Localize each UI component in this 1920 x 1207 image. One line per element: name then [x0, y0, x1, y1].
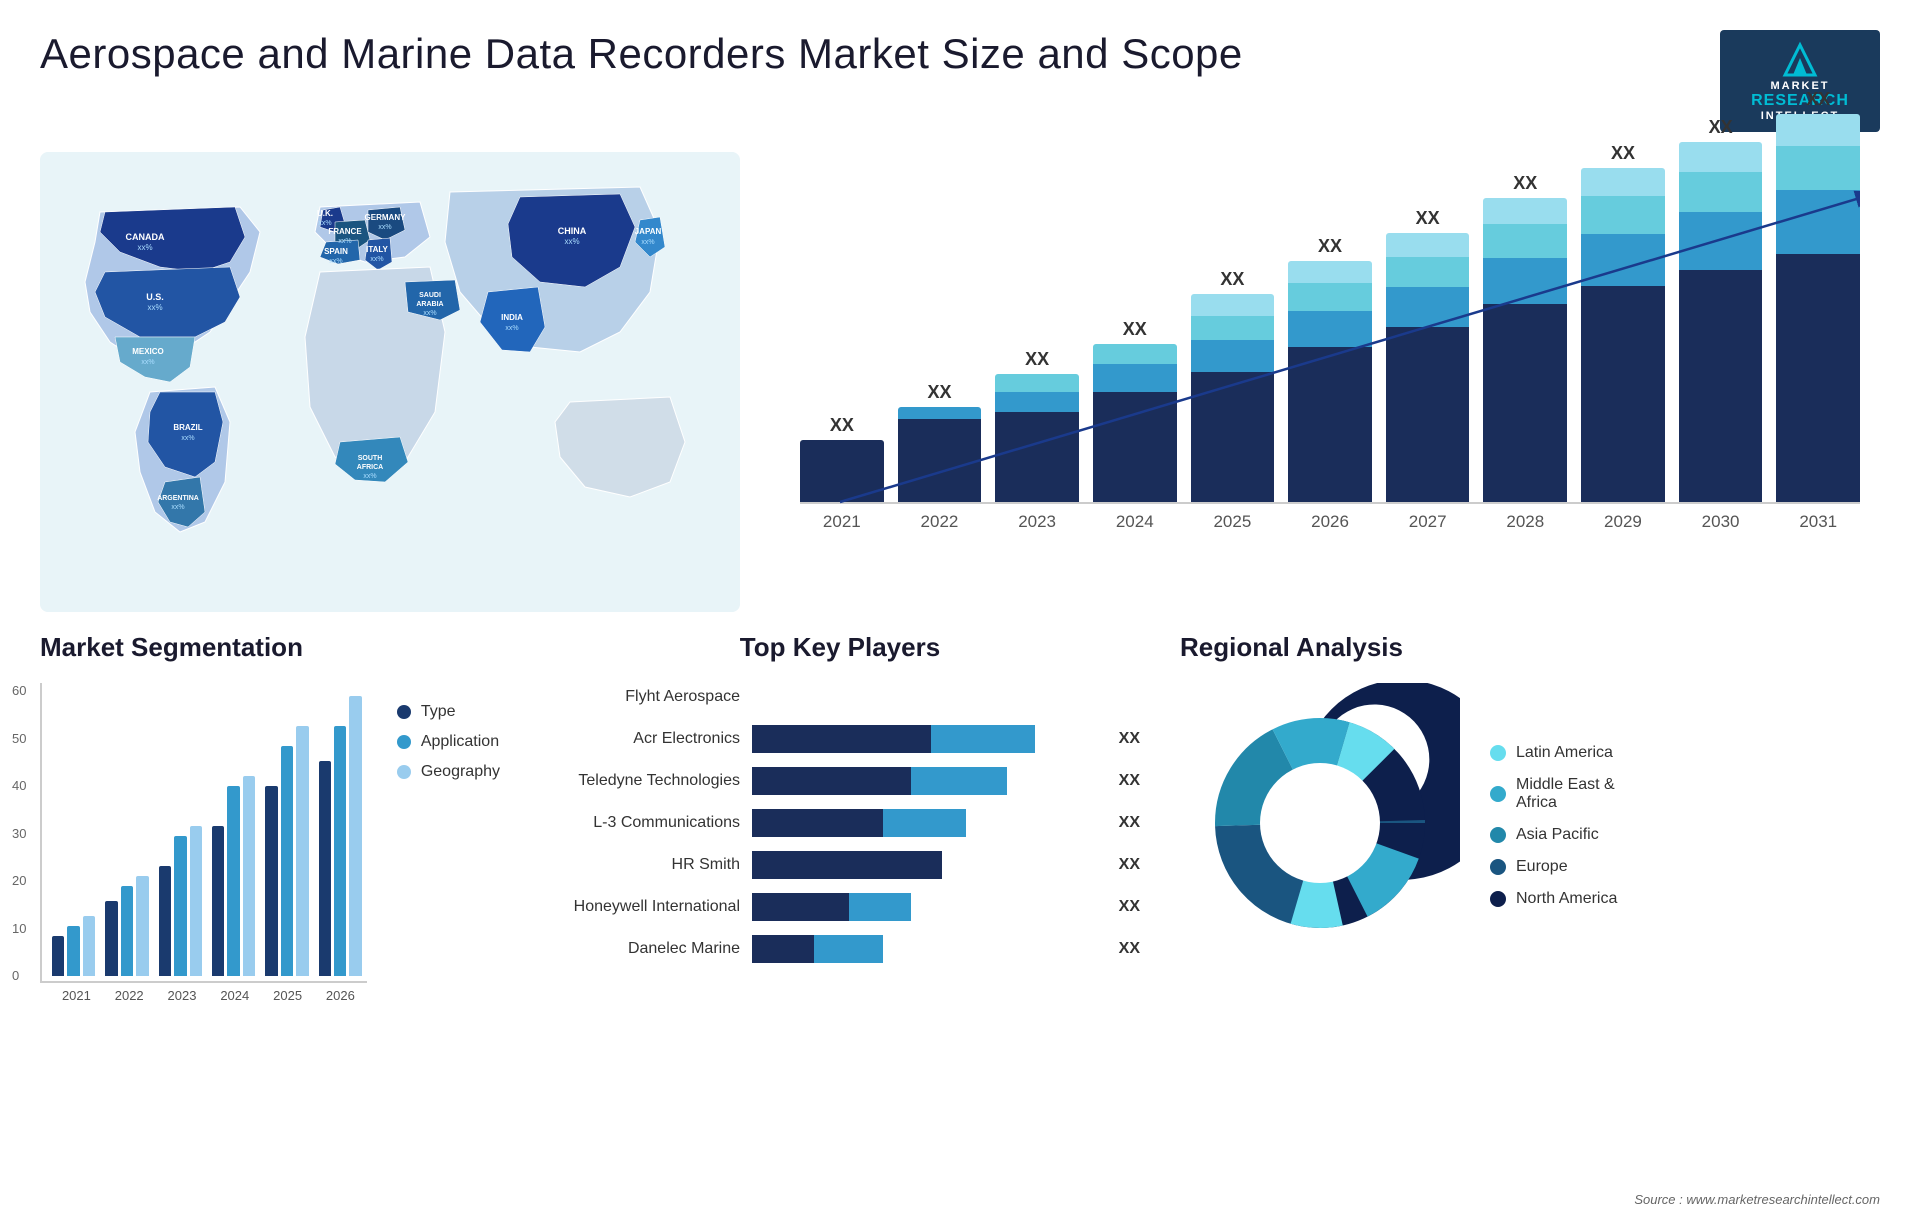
- bar-2025: XX: [1191, 269, 1275, 502]
- svg-text:xx%: xx%: [423, 310, 436, 317]
- svg-text:U.K.: U.K.: [317, 209, 333, 218]
- bar-2024: XX: [1093, 319, 1177, 502]
- svg-text:xx%: xx%: [181, 435, 194, 442]
- svg-text:MEXICO: MEXICO: [132, 347, 164, 356]
- svg-text:ITALY: ITALY: [366, 245, 388, 254]
- svg-text:SPAIN: SPAIN: [324, 247, 348, 256]
- dot-asia-pacific: [1490, 827, 1506, 843]
- donut-hole: [1260, 763, 1380, 883]
- legend-north-america: North America: [1490, 890, 1617, 908]
- dot-north-america: [1490, 891, 1506, 907]
- legend-type: Type: [397, 703, 500, 721]
- map-svg: CANADA xx% U.S. xx% MEXICO xx% BRAZIL xx…: [40, 152, 740, 612]
- seg-group-2023: [159, 826, 202, 976]
- world-map: CANADA xx% U.S. xx% MEXICO xx% BRAZIL xx…: [40, 152, 740, 612]
- bottom-section: Market Segmentation 0 10 20 30 40 50 60: [0, 612, 1920, 1192]
- player-row-danelec: Danelec Marine XX: [540, 935, 1140, 963]
- segmentation-title: Market Segmentation: [40, 632, 500, 663]
- svg-text:U.S.: U.S.: [146, 292, 164, 302]
- svg-text:INDIA: INDIA: [501, 313, 523, 322]
- bar-2030: XX: [1679, 117, 1763, 502]
- regional-section: Regional Analysis: [1180, 632, 1880, 1182]
- bar-2031: XX: [1776, 89, 1860, 502]
- svg-text:xx%: xx%: [378, 224, 391, 231]
- svg-text:ARABIA: ARABIA: [416, 301, 443, 308]
- players-list: Flyht Aerospace Acr Electronics XX Teled…: [540, 683, 1140, 963]
- legend-dot-geography: [397, 765, 411, 779]
- seg-legend: Type Application Geography: [397, 683, 500, 781]
- seg-x-axis: 2021 2022 2023 2024 2025 2026: [40, 983, 367, 1003]
- page-title: Aerospace and Marine Data Recorders Mark…: [40, 30, 1243, 78]
- donut-svg-2: [1180, 683, 1460, 963]
- seg-y-axis: 0 10 20 30 40 50 60: [12, 683, 26, 983]
- player-row-teledyne: Teledyne Technologies XX: [540, 767, 1140, 795]
- svg-text:GERMANY: GERMANY: [365, 213, 407, 222]
- svg-text:xx%: xx%: [137, 243, 152, 252]
- dot-mea: [1490, 786, 1506, 802]
- seg-group-2024: [212, 776, 255, 976]
- svg-text:xx%: xx%: [370, 256, 383, 263]
- dot-europe: [1490, 859, 1506, 875]
- segmentation-chart-area: 0 10 20 30 40 50 60: [40, 683, 500, 1003]
- svg-text:AFRICA: AFRICA: [357, 464, 383, 471]
- seg-bar-chart: [40, 683, 367, 983]
- bar-2028: XX: [1483, 173, 1567, 502]
- seg-group-2026: [319, 696, 362, 976]
- player-row-l3: L-3 Communications XX: [540, 809, 1140, 837]
- svg-text:xx%: xx%: [338, 238, 351, 245]
- donut-chart: [1180, 683, 1460, 968]
- legend-europe: Europe: [1490, 858, 1617, 876]
- svg-text:CHINA: CHINA: [558, 226, 587, 236]
- key-players-title: Top Key Players: [540, 632, 1140, 663]
- legend-latin-america: Latin America: [1490, 744, 1617, 762]
- bar-2029: XX: [1581, 143, 1665, 502]
- top-section: CANADA xx% U.S. xx% MEXICO xx% BRAZIL xx…: [0, 152, 1920, 612]
- bar-chart-container: XX XX XX: [780, 152, 1880, 612]
- key-players-section: Top Key Players Flyht Aerospace Acr Elec…: [540, 632, 1140, 1182]
- legend-dot-application: [397, 735, 411, 749]
- player-row-acr: Acr Electronics XX: [540, 725, 1140, 753]
- svg-text:xx%: xx%: [505, 325, 518, 332]
- legend-mea: Middle East &Africa: [1490, 776, 1617, 812]
- svg-text:xx%: xx%: [329, 258, 342, 265]
- seg-group-2021: [52, 916, 95, 976]
- legend-application: Application: [397, 733, 500, 751]
- bar-2021: XX: [800, 415, 884, 502]
- svg-text:SAUDI: SAUDI: [419, 292, 441, 299]
- source-line: Source : www.marketresearchintellect.com: [0, 1192, 1920, 1207]
- bar-2026: XX: [1288, 236, 1372, 502]
- bar-2023: XX: [995, 349, 1079, 502]
- svg-text:FRANCE: FRANCE: [328, 227, 362, 236]
- logo-icon: [1775, 40, 1825, 80]
- svg-text:CANADA: CANADA: [126, 232, 165, 242]
- player-row-honeywell: Honeywell International XX: [540, 893, 1140, 921]
- svg-text:ARGENTINA: ARGENTINA: [157, 495, 199, 502]
- svg-text:JAPAN: JAPAN: [635, 227, 662, 236]
- regional-legend: Latin America Middle East &Africa Asia P…: [1490, 744, 1617, 908]
- svg-text:xx%: xx%: [318, 220, 331, 227]
- legend-asia-pacific: Asia Pacific: [1490, 826, 1617, 844]
- svg-text:xx%: xx%: [171, 504, 184, 511]
- svg-text:xx%: xx%: [641, 239, 654, 246]
- svg-text:xx%: xx%: [564, 237, 579, 246]
- segmentation-section: Market Segmentation 0 10 20 30 40 50 60: [40, 632, 500, 1182]
- seg-group-2025: [265, 726, 308, 976]
- svg-text:xx%: xx%: [147, 303, 162, 312]
- bar-2022: XX: [898, 382, 982, 502]
- donut-area: Latin America Middle East &Africa Asia P…: [1180, 683, 1880, 968]
- svg-text:BRAZIL: BRAZIL: [173, 423, 202, 432]
- player-row-hrsmith: HR Smith XX: [540, 851, 1140, 879]
- header: Aerospace and Marine Data Recorders Mark…: [0, 0, 1920, 152]
- svg-text:SOUTH: SOUTH: [358, 455, 383, 462]
- bar-2027: XX: [1386, 208, 1470, 502]
- x-axis-labels: 2021 2022 2023 2024 2025 2026 2027 2028 …: [800, 504, 1860, 532]
- regional-title: Regional Analysis: [1180, 632, 1880, 663]
- player-row-flyht: Flyht Aerospace: [540, 683, 1140, 711]
- legend-geography: Geography: [397, 763, 500, 781]
- svg-text:xx%: xx%: [141, 359, 154, 366]
- dot-latin-america: [1490, 745, 1506, 761]
- seg-group-2022: [105, 876, 148, 976]
- svg-text:xx%: xx%: [363, 473, 376, 480]
- legend-dot-type: [397, 705, 411, 719]
